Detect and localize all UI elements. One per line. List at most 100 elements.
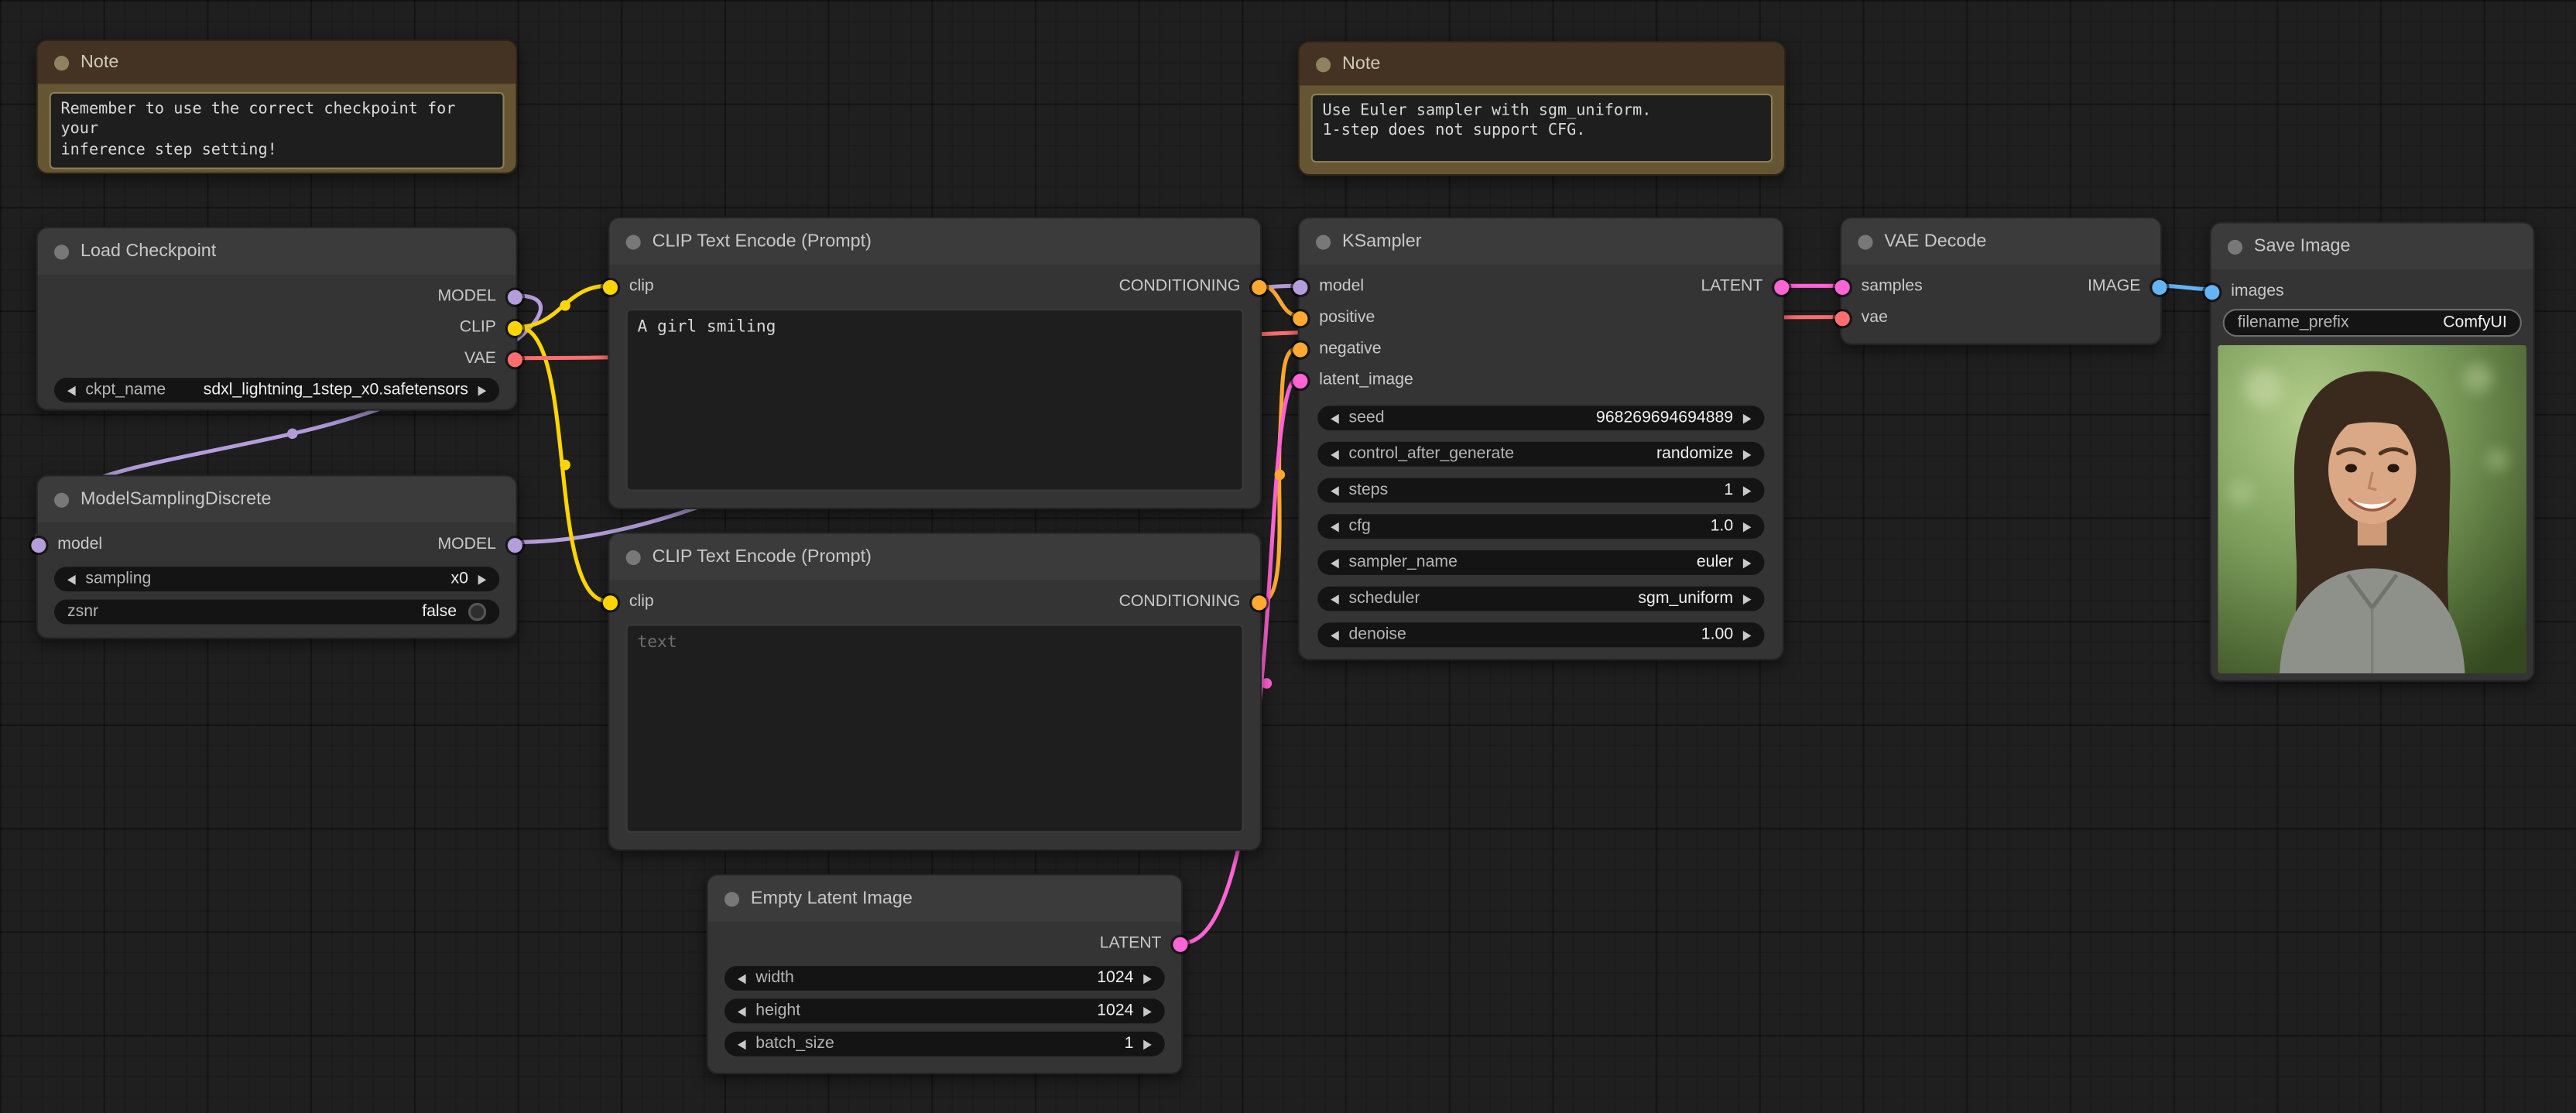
clip-input-port[interactable] (602, 594, 618, 610)
height-stepper[interactable]: height 1024 (724, 998, 1165, 1024)
combo-right-arrow-icon[interactable] (1742, 557, 1752, 568)
stepper-right-arrow-icon[interactable] (1742, 485, 1752, 495)
stepper-left-arrow-icon[interactable] (1331, 629, 1339, 640)
combo-left-arrow-icon[interactable] (1331, 449, 1339, 460)
node-title-bar[interactable]: ModelSamplingDiscrete (37, 476, 516, 522)
seed-stepper[interactable]: seed 968269694694889 (1317, 406, 1765, 431)
collapse-dot-icon[interactable] (1316, 57, 1331, 72)
stepper-left-arrow-icon[interactable] (1331, 485, 1339, 495)
collapse-dot-icon[interactable] (2227, 238, 2243, 254)
model-input-port[interactable] (1293, 279, 1308, 294)
stepper-right-arrow-icon[interactable] (1742, 413, 1752, 423)
toggle-knob-icon[interactable] (468, 602, 487, 622)
stepper-left-arrow-icon[interactable] (1331, 413, 1339, 423)
filename-prefix-field[interactable]: filename_prefix ComfyUI (2224, 310, 2520, 335)
latent-output-port[interactable] (1173, 936, 1188, 951)
stepper-right-arrow-icon[interactable] (1742, 629, 1752, 640)
combo-right-arrow-icon[interactable] (478, 574, 487, 584)
conditioning-output-port[interactable] (1252, 594, 1267, 610)
vae-input-port[interactable] (1834, 310, 1850, 326)
prompt-textarea[interactable]: text (625, 624, 1244, 834)
combo-right-arrow-icon[interactable] (1742, 449, 1752, 460)
note-text[interactable]: Use Euler sampler with sgm_uniform. 1-st… (1310, 93, 1773, 163)
port-label: samples (1861, 277, 1923, 296)
negative-input-port[interactable] (1293, 341, 1308, 357)
note-node-sampler[interactable]: Note Use Euler sampler with sgm_uniform.… (1297, 41, 1786, 176)
model-sampling-discrete-node[interactable]: ModelSamplingDiscrete model MODEL sampli… (31, 474, 522, 639)
combo-right-arrow-icon[interactable] (1742, 594, 1752, 604)
images-input-port[interactable] (2204, 284, 2220, 300)
output-row: MODEL (38, 281, 522, 312)
width-stepper[interactable]: width 1024 (724, 965, 1165, 991)
samples-input-port[interactable] (1834, 279, 1850, 294)
collapse-dot-icon[interactable] (54, 55, 70, 70)
positive-input-port[interactable] (1293, 310, 1308, 326)
zsnr-toggle[interactable]: zsnr false (54, 599, 500, 625)
prompt-textarea[interactable]: A girl smiling (625, 309, 1244, 491)
collapse-dot-icon[interactable] (1316, 234, 1331, 249)
vae-decode-node[interactable]: VAE Decode samples IMAGE vae (1834, 217, 2167, 345)
generated-portrait-graphic (2218, 344, 2527, 674)
collapse-dot-icon[interactable] (1858, 234, 1873, 249)
node-title-bar[interactable]: Empty Latent Image (707, 875, 1182, 922)
collapse-dot-icon[interactable] (54, 244, 70, 259)
clip-output-port[interactable] (507, 320, 522, 335)
vae-output-port[interactable] (507, 351, 522, 367)
combo-left-arrow-icon[interactable] (67, 385, 76, 396)
stepper-left-arrow-icon[interactable] (1331, 521, 1339, 532)
clip-text-encode-positive-node[interactable]: CLIP Text Encode (Prompt) clip CONDITION… (602, 217, 1267, 509)
model-output-port[interactable] (507, 537, 522, 553)
note-title-bar[interactable]: Note (37, 41, 516, 84)
denoise-stepper[interactable]: denoise 1.00 (1317, 622, 1765, 648)
collapse-dot-icon[interactable] (625, 549, 641, 565)
node-title-bar[interactable]: Save Image (2211, 223, 2533, 270)
sampler-name-combo[interactable]: sampler_name euler (1317, 550, 1765, 575)
batch-size-stepper[interactable]: batch_size 1 (724, 1031, 1165, 1056)
node-title-bar[interactable]: Load Checkpoint (37, 228, 516, 275)
node-title-bar[interactable]: CLIP Text Encode (Prompt) (609, 218, 1260, 265)
load-checkpoint-node[interactable]: Load Checkpoint MODEL CLIP VAE ckpt_name… (36, 226, 522, 411)
collapse-dot-icon[interactable] (724, 891, 740, 906)
node-title-bar[interactable]: KSampler (1299, 218, 1783, 265)
conditioning-output-port[interactable] (1252, 279, 1267, 294)
node-title: Note (1342, 54, 1381, 74)
ksampler-node[interactable]: KSampler model LATENT positive negative … (1293, 217, 1790, 661)
combo-left-arrow-icon[interactable] (1331, 557, 1339, 568)
empty-latent-image-node[interactable]: Empty Latent Image LATENT width 1024 hei… (706, 874, 1188, 1075)
link-midpoint-dot (286, 428, 298, 440)
stepper-right-arrow-icon[interactable] (1143, 973, 1152, 984)
clip-text-encode-negative-node[interactable]: CLIP Text Encode (Prompt) clip CONDITION… (602, 532, 1267, 851)
model-input-port[interactable] (31, 537, 46, 553)
stepper-left-arrow-icon[interactable] (737, 1039, 746, 1050)
note-title-bar[interactable]: Note (1299, 43, 1784, 86)
latent-output-port[interactable] (1774, 279, 1790, 294)
combo-left-arrow-icon[interactable] (67, 574, 76, 584)
collapse-dot-icon[interactable] (54, 491, 70, 507)
cfg-stepper[interactable]: cfg 1.0 (1317, 514, 1765, 539)
combo-right-arrow-icon[interactable] (478, 385, 487, 396)
stepper-right-arrow-icon[interactable] (1742, 521, 1752, 532)
node-graph-canvas[interactable]: Note Remember to use the correct checkpo… (0, 0, 2576, 1113)
note-node-checkpoint[interactable]: Note Remember to use the correct checkpo… (36, 39, 518, 174)
steps-stepper[interactable]: steps 1 (1317, 478, 1765, 503)
note-text[interactable]: Remember to use the correct checkpoint f… (49, 91, 505, 170)
latent-image-input-port[interactable] (1293, 372, 1308, 388)
scheduler-combo[interactable]: scheduler sgm_uniform (1317, 586, 1765, 611)
stepper-right-arrow-icon[interactable] (1143, 1005, 1152, 1016)
widget-label: sampler_name (1348, 553, 1458, 572)
image-output-port[interactable] (2152, 279, 2167, 294)
sampling-combo[interactable]: sampling x0 (54, 567, 500, 592)
collapse-dot-icon[interactable] (625, 234, 641, 249)
clip-input-port[interactable] (602, 279, 618, 294)
node-title-bar[interactable]: VAE Decode (1841, 218, 2160, 265)
stepper-right-arrow-icon[interactable] (1143, 1039, 1152, 1050)
ckpt-name-combo[interactable]: ckpt_name sdxl_lightning_1step_x0.safete… (54, 378, 500, 402)
combo-left-arrow-icon[interactable] (1331, 594, 1339, 604)
widget-label: steps (1348, 481, 1389, 500)
save-image-node[interactable]: Save Image images filename_prefix ComfyU… (2204, 221, 2535, 682)
control-after-generate-combo[interactable]: control_after_generate randomize (1317, 441, 1765, 467)
node-title-bar[interactable]: CLIP Text Encode (Prompt) (609, 533, 1260, 580)
stepper-left-arrow-icon[interactable] (737, 973, 746, 984)
model-output-port[interactable] (507, 289, 522, 304)
stepper-left-arrow-icon[interactable] (737, 1005, 746, 1016)
